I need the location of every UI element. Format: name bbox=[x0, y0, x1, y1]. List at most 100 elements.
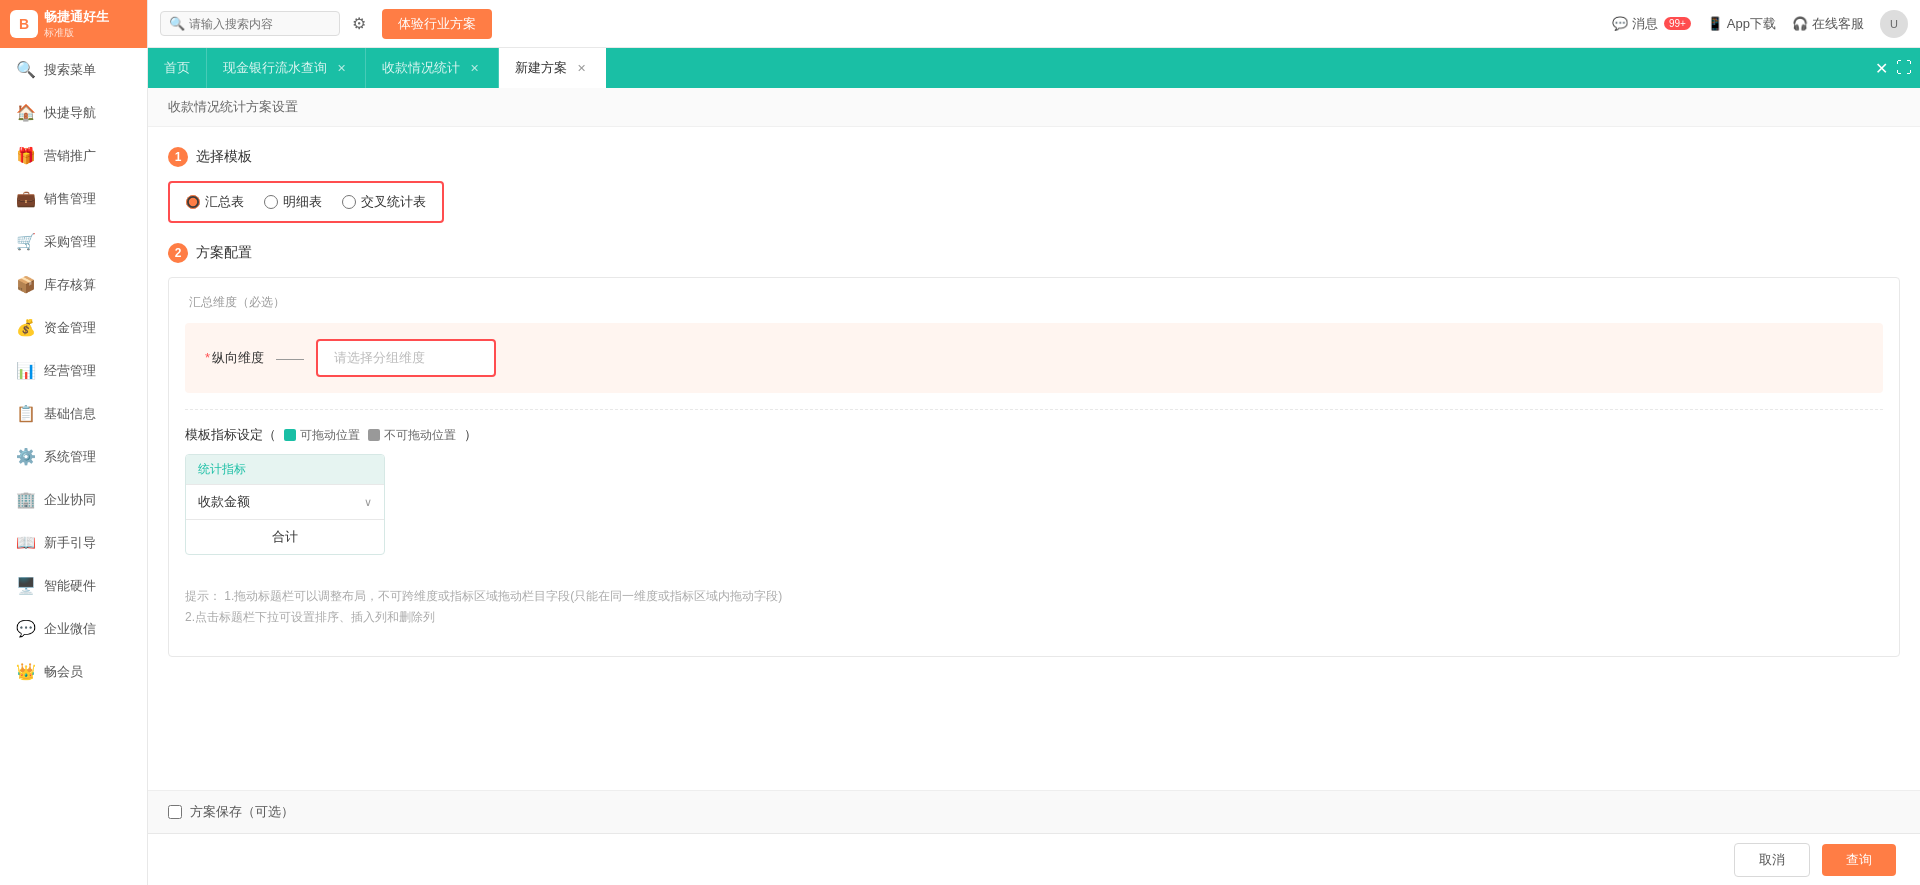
tab-new-plan[interactable]: 新建方案 ✕ bbox=[499, 48, 606, 88]
sidebar-item-system[interactable]: ⚙️ 系统管理 bbox=[0, 435, 147, 478]
tab-receipt-stats-close[interactable]: ✕ bbox=[466, 60, 482, 76]
newbie-icon: 📖 bbox=[16, 533, 36, 552]
stats-row-receipt[interactable]: 收款金额 ∨ bbox=[186, 484, 384, 519]
page-body: 1 选择模板 汇总表 明细表 bbox=[148, 127, 1920, 790]
sidebar-item-label: 搜索菜单 bbox=[44, 61, 96, 79]
base-info-icon: 📋 bbox=[16, 404, 36, 423]
sidebar-item-marketing[interactable]: 🎁 营销推广 bbox=[0, 134, 147, 177]
sidebar-logo: B 畅捷通好生 标准版 bbox=[0, 0, 147, 48]
indicators-section: 模板指标设定（ 可拖动位置 不可拖动位置 ） bbox=[185, 426, 1883, 558]
tips-section: 提示： 1.拖动标题栏可以调整布局，不可跨维度或指标区域拖动栏目字段(只能在同一… bbox=[185, 578, 1883, 640]
radio-detail-label: 明细表 bbox=[283, 193, 322, 211]
app-download-label: App下载 bbox=[1727, 15, 1776, 33]
radio-summary-input[interactable] bbox=[186, 195, 200, 209]
tab-receipt-stats[interactable]: 收款情况统计 ✕ bbox=[366, 48, 499, 88]
sidebar-item-newbie[interactable]: 📖 新手引导 bbox=[0, 521, 147, 564]
enterprise-icon: 🏢 bbox=[16, 490, 36, 509]
sidebar-item-smart-hw[interactable]: 🖥️ 智能硬件 bbox=[0, 564, 147, 607]
purchase-icon: 🛒 bbox=[16, 232, 36, 251]
sidebar-item-enterprise-wechat[interactable]: 💬 企业微信 bbox=[0, 607, 147, 650]
sidebar-item-label: 企业协同 bbox=[44, 491, 96, 509]
header-search-box[interactable]: 🔍 bbox=[160, 11, 340, 36]
logo-badge: 标准版 bbox=[44, 26, 109, 40]
sidebar: B 畅捷通好生 标准版 🔍 搜索菜单 🏠 快捷导航 🎁 营销推广 💼 销售管理 … bbox=[0, 0, 148, 885]
radio-detail-input[interactable] bbox=[264, 195, 278, 209]
tab-bank-flow[interactable]: 现金银行流水查询 ✕ bbox=[207, 48, 366, 88]
step2-num: 2 bbox=[168, 243, 188, 263]
app-download-icon: 📱 bbox=[1707, 16, 1723, 31]
dimension-input-box[interactable]: 请选择分组维度 bbox=[316, 339, 496, 377]
sidebar-item-search-menu[interactable]: 🔍 搜索菜单 bbox=[0, 48, 147, 91]
online-service-item[interactable]: 🎧 在线客服 bbox=[1792, 15, 1864, 33]
tab-bank-flow-label: 现金银行流水查询 bbox=[223, 59, 327, 77]
quick-nav-icon: 🏠 bbox=[16, 103, 36, 122]
tab-new-plan-close[interactable]: ✕ bbox=[573, 60, 589, 76]
radio-cross[interactable]: 交叉统计表 bbox=[342, 193, 426, 211]
step1-section: 1 选择模板 汇总表 明细表 bbox=[168, 147, 1900, 223]
cancel-button[interactable]: 取消 bbox=[1734, 843, 1810, 877]
operations-icon: 📊 bbox=[16, 361, 36, 380]
sidebar-item-label: 快捷导航 bbox=[44, 104, 96, 122]
sidebar-nav: 🔍 搜索菜单 🏠 快捷导航 🎁 营销推广 💼 销售管理 🛒 采购管理 📦 库存核… bbox=[0, 48, 147, 885]
stats-table-header: 统计指标 bbox=[186, 455, 384, 484]
sidebar-item-label: 智能硬件 bbox=[44, 577, 96, 595]
sidebar-item-label: 系统管理 bbox=[44, 448, 96, 466]
system-icon: ⚙️ bbox=[16, 447, 36, 466]
sidebar-item-operations[interactable]: 📊 经营管理 bbox=[0, 349, 147, 392]
step1-title: 选择模板 bbox=[196, 148, 252, 166]
radio-detail[interactable]: 明细表 bbox=[264, 193, 322, 211]
dimension-row: *纵向维度 —— 请选择分组维度 bbox=[205, 339, 1863, 377]
tab-maximize-icon[interactable]: ⛶ bbox=[1896, 59, 1912, 77]
header-right: 💬 消息 99+ 📱 App下载 🎧 在线客服 U bbox=[1612, 10, 1908, 38]
breadcrumb: 收款情况统计方案设置 bbox=[148, 88, 1920, 127]
sidebar-item-member[interactable]: 👑 畅会员 bbox=[0, 650, 147, 693]
step2-section: 2 方案配置 汇总维度（必选） *纵向维度 bbox=[168, 243, 1900, 657]
step1-header: 1 选择模板 bbox=[168, 147, 1900, 167]
step1-num: 1 bbox=[168, 147, 188, 167]
sidebar-item-label: 企业微信 bbox=[44, 620, 96, 638]
sidebar-item-label: 采购管理 bbox=[44, 233, 96, 251]
user-avatar[interactable]: U bbox=[1880, 10, 1908, 38]
sales-icon: 💼 bbox=[16, 189, 36, 208]
tab-home[interactable]: 首页 bbox=[148, 48, 207, 88]
sidebar-item-base-info[interactable]: 📋 基础信息 bbox=[0, 392, 147, 435]
sidebar-item-inventory[interactable]: 📦 库存核算 bbox=[0, 263, 147, 306]
smart-hw-icon: 🖥️ bbox=[16, 576, 36, 595]
header-search-input[interactable] bbox=[189, 17, 309, 31]
stats-receipt-dropdown-icon[interactable]: ∨ bbox=[364, 496, 372, 509]
sidebar-item-sales[interactable]: 💼 销售管理 bbox=[0, 177, 147, 220]
sidebar-item-enterprise[interactable]: 🏢 企业协同 bbox=[0, 478, 147, 521]
sidebar-item-quick-nav[interactable]: 🏠 快捷导航 bbox=[0, 91, 147, 134]
message-label: 消息 bbox=[1632, 15, 1658, 33]
tab-bar-actions: ✕ ⛶ bbox=[1867, 48, 1920, 88]
required-star: * bbox=[205, 350, 210, 365]
logo-icon: B bbox=[10, 10, 38, 38]
dimension-label: 汇总维度（必选） bbox=[185, 294, 1883, 311]
query-button[interactable]: 查询 bbox=[1822, 844, 1896, 876]
trial-btn[interactable]: 体验行业方案 bbox=[382, 9, 492, 39]
tab-receipt-stats-label: 收款情况统计 bbox=[382, 59, 460, 77]
radio-cross-input[interactable] bbox=[342, 195, 356, 209]
member-icon: 👑 bbox=[16, 662, 36, 681]
sidebar-item-label: 新手引导 bbox=[44, 534, 96, 552]
tab-bank-flow-close[interactable]: ✕ bbox=[333, 60, 349, 76]
message-count: 99+ bbox=[1664, 17, 1691, 30]
header-gear-icon[interactable]: ⚙ bbox=[352, 14, 366, 33]
content-area: 收款情况统计方案设置 1 选择模板 汇总表 bbox=[148, 88, 1920, 833]
tab-close-window-icon[interactable]: ✕ bbox=[1875, 59, 1888, 78]
save-option: 方案保存（可选） bbox=[148, 790, 1920, 833]
sidebar-item-purchase[interactable]: 🛒 采购管理 bbox=[0, 220, 147, 263]
sidebar-item-label: 经营管理 bbox=[44, 362, 96, 380]
footer-bar: 取消 查询 bbox=[148, 833, 1920, 885]
sidebar-item-label: 基础信息 bbox=[44, 405, 96, 423]
radio-summary[interactable]: 汇总表 bbox=[186, 193, 244, 211]
sidebar-item-label: 畅会员 bbox=[44, 663, 83, 681]
sidebar-item-label: 营销推广 bbox=[44, 147, 96, 165]
message-badge[interactable]: 💬 消息 99+ bbox=[1612, 15, 1691, 33]
nodrag-dot bbox=[368, 429, 380, 441]
main-area: 🔍 ⚙ 体验行业方案 💬 消息 99+ 📱 App下载 🎧 在线客服 U 首页 bbox=[148, 0, 1920, 885]
tab-home-label: 首页 bbox=[164, 59, 190, 77]
app-download-item[interactable]: 📱 App下载 bbox=[1707, 15, 1776, 33]
save-checkbox[interactable] bbox=[168, 805, 182, 819]
sidebar-item-finance[interactable]: 💰 资金管理 bbox=[0, 306, 147, 349]
